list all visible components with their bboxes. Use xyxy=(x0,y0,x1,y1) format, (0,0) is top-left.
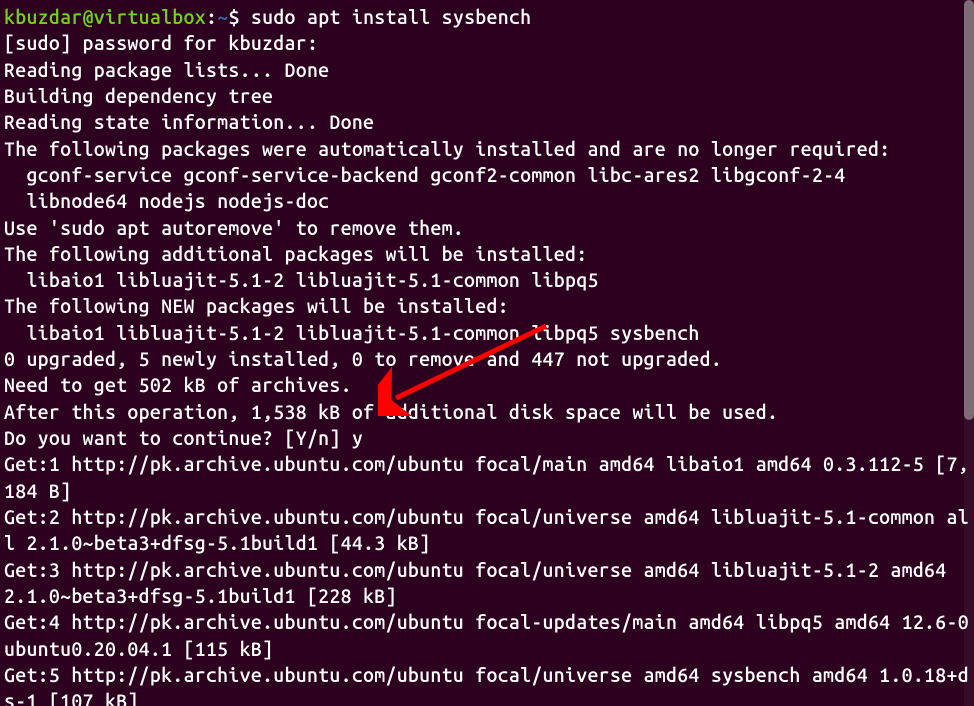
output-line: gconf-service gconf-service-backend gcon… xyxy=(4,164,846,186)
output-line: Reading package lists... Done xyxy=(4,59,329,81)
output-line: Use 'sudo apt autoremove' to remove them… xyxy=(4,217,464,239)
prompt-user-host: kbuzdar@virtualbox xyxy=(4,6,206,28)
scrollbar-thumb[interactable] xyxy=(964,0,974,420)
output-line: libaio1 libluajit-5.1-2 libluajit-5.1-co… xyxy=(4,322,700,344)
output-line: The following packages were automaticall… xyxy=(4,138,890,160)
output-line: Get:3 http://pk.archive.ubuntu.com/ubunt… xyxy=(4,559,958,607)
output-line: The following NEW packages will be insta… xyxy=(4,295,509,317)
output-line: Get:1 http://pk.archive.ubuntu.com/ubunt… xyxy=(4,453,969,501)
command-text: sudo apt install sysbench xyxy=(251,6,532,28)
output-line: 0 upgraded, 5 newly installed, 0 to remo… xyxy=(4,348,722,370)
scrollbar-track[interactable] xyxy=(964,0,974,706)
output-line: Get:5 http://pk.archive.ubuntu.com/ubunt… xyxy=(4,664,969,706)
prompt-path: ~ xyxy=(217,6,228,28)
output-line: Need to get 502 kB of archives. xyxy=(4,374,352,396)
output-line: Get:4 http://pk.archive.ubuntu.com/ubunt… xyxy=(4,611,969,659)
terminal-output[interactable]: kbuzdar@virtualbox:~$ sudo apt install s… xyxy=(0,0,974,706)
output-line: The following additional packages will b… xyxy=(4,243,587,265)
output-line: Building dependency tree xyxy=(4,85,273,107)
output-line: [sudo] password for kbuzdar: xyxy=(4,32,318,54)
output-line: Do you want to continue? [Y/n] y xyxy=(4,427,363,449)
output-line: libnode64 nodejs nodejs-doc xyxy=(4,190,329,212)
output-line: Get:2 http://pk.archive.ubuntu.com/ubunt… xyxy=(4,506,969,554)
output-line: libaio1 libluajit-5.1-2 libluajit-5.1-co… xyxy=(4,269,599,291)
prompt-separator: : xyxy=(206,6,217,28)
output-line: After this operation, 1,538 kB of additi… xyxy=(4,401,778,423)
prompt-symbol: $ xyxy=(228,6,250,28)
output-line: Reading state information... Done xyxy=(4,111,374,133)
